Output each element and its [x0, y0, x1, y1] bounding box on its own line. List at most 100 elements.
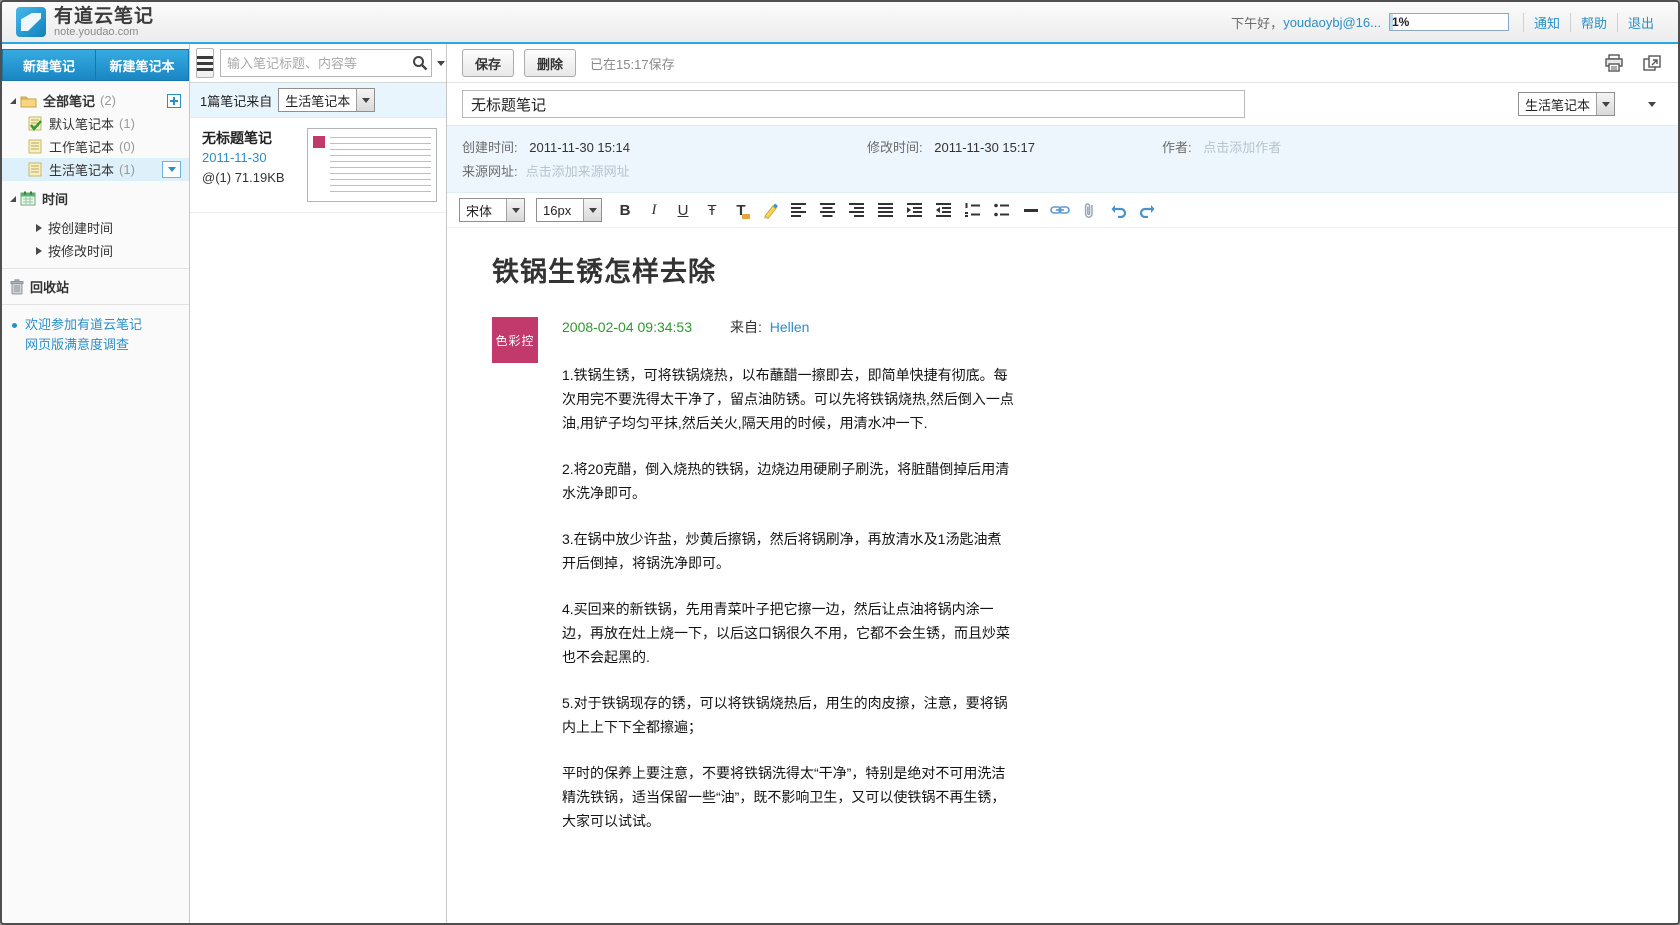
- delete-button[interactable]: 删除: [524, 49, 577, 77]
- ordered-list-icon[interactable]: [961, 198, 985, 222]
- notebook-filter-select[interactable]: 生活笔记本: [278, 88, 376, 112]
- notifications-link[interactable]: 通知: [1522, 12, 1570, 32]
- new-note-button[interactable]: 新建笔记: [2, 49, 96, 81]
- note-meta-panel: 创建时间: 2011-11-30 15:14 修改时间: 2011-11-30 …: [447, 125, 1678, 193]
- note-list-item[interactable]: 无标题笔记 2011-11-30 @(1) 71.19KB: [190, 118, 446, 213]
- align-left-icon[interactable]: [787, 198, 811, 222]
- sidebar-item-by-modified-time[interactable]: 按修改时间: [2, 239, 189, 262]
- search-input[interactable]: [221, 55, 409, 71]
- survey-line1: 欢迎参加有道云笔记: [25, 317, 143, 332]
- font-size-select[interactable]: 16px: [536, 198, 602, 222]
- undo-icon[interactable]: [1106, 198, 1130, 222]
- sidebar-item-by-created-time[interactable]: 按创建时间: [2, 216, 189, 239]
- insert-link-icon[interactable]: [1048, 198, 1072, 222]
- source-badge: 色彩控: [492, 317, 538, 363]
- strikethrough-button[interactable]: Ŧ: [700, 198, 724, 222]
- search-box: [220, 49, 432, 77]
- align-center-icon[interactable]: [816, 198, 840, 222]
- font-size-value: 16px: [543, 202, 572, 218]
- sidebar-item-life-notebook[interactable]: 生活笔记本 (1): [2, 158, 189, 181]
- highlight-button[interactable]: [758, 198, 782, 222]
- divider: [2, 268, 189, 269]
- created-value: 2011-11-30 15:14: [529, 139, 630, 155]
- chevron-down-icon: [356, 89, 375, 111]
- print-icon[interactable]: [1603, 52, 1625, 74]
- thumbnail-badge: [313, 136, 325, 148]
- sidebar-item-trash[interactable]: 回收站: [2, 275, 189, 298]
- storage-progress-bar[interactable]: 1%: [1388, 13, 1509, 31]
- sidebar-item-work-notebook[interactable]: 工作笔记本 (0): [2, 135, 189, 158]
- horizontal-rule-button[interactable]: [1019, 198, 1043, 222]
- chevron-down-icon: [583, 199, 601, 221]
- caret-expanded-icon[interactable]: [10, 97, 16, 104]
- note-body[interactable]: 铁锅生锈怎样去除 色彩控 2008-02-04 09:34:53 来自: Hel…: [447, 228, 1678, 923]
- calendar-icon: [20, 191, 36, 206]
- trash-icon: [10, 278, 24, 295]
- paragraph: 3.在锅中放少许盐，炒黄后擦锅，然后将锅刷净，再放清水及1汤匙油煮开后倒掉，将锅…: [562, 531, 1002, 571]
- unordered-list-icon[interactable]: [990, 198, 1014, 222]
- note-list-panel: 1篇笔记来自 生活笔记本 无标题笔记 2011-11-30 @(1) 71.19…: [190, 44, 447, 923]
- open-in-new-window-icon[interactable]: [1641, 52, 1663, 74]
- align-justify-icon[interactable]: [874, 198, 898, 222]
- created-label: 创建时间:: [462, 139, 518, 155]
- from-author-link[interactable]: Hellen: [770, 319, 810, 335]
- editor-notebook-select[interactable]: 生活笔记本: [1517, 92, 1615, 116]
- source-label: 来源网址:: [462, 163, 518, 179]
- logout-link[interactable]: 退出: [1616, 12, 1664, 32]
- note-item-title: 无标题笔记: [202, 130, 272, 146]
- save-button[interactable]: 保存: [462, 49, 515, 77]
- note-item-date: 2011-11-30: [202, 150, 267, 165]
- align-right-icon[interactable]: [845, 198, 869, 222]
- logo[interactable]: 有道云笔记 note.youdao.com: [16, 7, 154, 38]
- survey-line2: 网页版满意度调查: [25, 337, 130, 352]
- divider: [2, 304, 189, 305]
- note-heading: 铁锅生锈怎样去除: [492, 257, 716, 288]
- add-notebook-icon[interactable]: [167, 93, 181, 108]
- notebook-label: 生活笔记本: [49, 163, 115, 178]
- source-placeholder[interactable]: 点击添加来源网址: [526, 161, 630, 180]
- indent-decrease-icon[interactable]: [932, 198, 956, 222]
- chevron-down-icon: [167, 167, 176, 172]
- font-family-select[interactable]: 宋体: [459, 198, 525, 222]
- author-label: 作者:: [1162, 139, 1192, 155]
- note-thumbnail: [307, 128, 437, 202]
- username-link[interactable]: youdaoybj@16...: [1283, 15, 1381, 30]
- underline-button[interactable]: U: [671, 198, 695, 222]
- author-placeholder[interactable]: 点击添加作者: [1203, 140, 1281, 155]
- note-item-meta: @(1) 71.19KB: [202, 170, 285, 185]
- search-icon[interactable]: [409, 52, 431, 74]
- sidebar-item-default-notebook[interactable]: 默认笔记本 (1): [2, 112, 189, 135]
- new-notebook-button[interactable]: 新建笔记本: [96, 49, 189, 81]
- caret-collapsed-icon[interactable]: [36, 223, 42, 232]
- indent-increase-icon[interactable]: [903, 198, 927, 222]
- caret-collapsed-icon[interactable]: [36, 246, 42, 255]
- note-paragraphs: 1.铁锅生锈，可将铁锅烧热，以布蘸醋一擦即去，即简单快捷有彻底。每次用完不要洗得…: [562, 363, 1014, 833]
- paragraph: 1.铁锅生锈，可将铁锅烧热，以布蘸醋一擦即去，即简单快捷有彻底。每次用完不要洗得…: [562, 367, 1014, 431]
- survey-link[interactable]: 欢迎参加有道云笔记 网页版满意度调查: [2, 311, 189, 355]
- selected-notebook: 生活笔记本: [285, 93, 351, 109]
- editor-panel: 保存 删除 已在15:17保存 生活笔记本: [447, 44, 1678, 923]
- search-options-button[interactable]: [436, 49, 446, 77]
- bold-button[interactable]: B: [613, 198, 637, 222]
- by-modified-label: 按修改时间: [48, 244, 114, 259]
- thumbnail-text-lines: [330, 137, 431, 195]
- list-menu-button[interactable]: [196, 48, 214, 78]
- sidebar-section-time[interactable]: 时间: [2, 187, 189, 210]
- selected-notebook: 生活笔记本: [1524, 97, 1590, 113]
- sidebar-item-all-notes[interactable]: 全部笔记 (2): [2, 89, 189, 112]
- note-content-date: 2008-02-04 09:34:53: [562, 319, 692, 335]
- trash-label: 回收站: [30, 280, 70, 295]
- help-link[interactable]: 帮助: [1569, 12, 1617, 32]
- caret-expanded-icon[interactable]: [10, 195, 16, 202]
- attachment-icon[interactable]: [1077, 198, 1101, 222]
- storage-percent: 1%: [1391, 15, 1410, 29]
- italic-button[interactable]: I: [642, 198, 666, 222]
- paragraph: 2.将20克醋，倒入烧热的铁锅，边烧边用硬刷子刷洗，将脏醋倒掉后用清水洗净即可。: [562, 461, 1010, 501]
- more-options-button[interactable]: [1641, 92, 1663, 116]
- notebook-count: (1): [119, 162, 135, 177]
- note-title-input[interactable]: [462, 90, 1245, 118]
- redo-icon[interactable]: [1135, 198, 1159, 222]
- font-color-button[interactable]: T: [729, 198, 753, 222]
- notebook-actions-dropdown[interactable]: [162, 161, 181, 178]
- app-window: 有道云笔记 note.youdao.com 下午好， youdaoybj@16.…: [0, 0, 1680, 925]
